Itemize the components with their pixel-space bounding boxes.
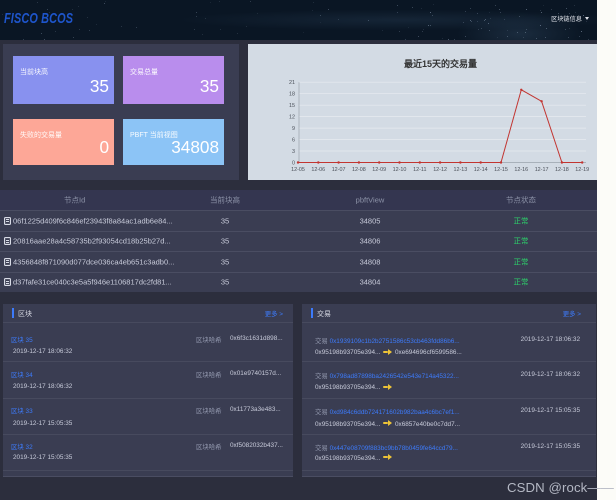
svg-text:12-19: 12-19 (575, 167, 589, 173)
svg-text:21: 21 (289, 80, 295, 86)
svg-text:12-06: 12-06 (311, 167, 325, 173)
svg-text:6: 6 (292, 138, 295, 144)
svg-text:9: 9 (292, 126, 295, 132)
svg-text:12-17: 12-17 (535, 167, 549, 173)
svg-text:12-18: 12-18 (555, 167, 569, 173)
svg-text:12-05: 12-05 (291, 167, 305, 173)
svg-text:12-16: 12-16 (514, 167, 528, 173)
svg-text:3: 3 (292, 149, 295, 155)
svg-text:12-15: 12-15 (494, 167, 508, 173)
svg-text:12-14: 12-14 (474, 167, 488, 173)
svg-text:12-13: 12-13 (454, 167, 468, 173)
svg-text:12-11: 12-11 (413, 167, 426, 173)
svg-text:0: 0 (292, 161, 295, 167)
svg-text:12: 12 (289, 115, 295, 121)
svg-text:18: 18 (289, 92, 295, 98)
svg-text:12-10: 12-10 (393, 167, 407, 173)
svg-text:12-08: 12-08 (352, 167, 366, 173)
svg-text:12-09: 12-09 (372, 167, 386, 173)
svg-text:15: 15 (289, 103, 295, 109)
svg-text:12-07: 12-07 (332, 167, 346, 173)
svg-text:12-12: 12-12 (433, 167, 447, 173)
